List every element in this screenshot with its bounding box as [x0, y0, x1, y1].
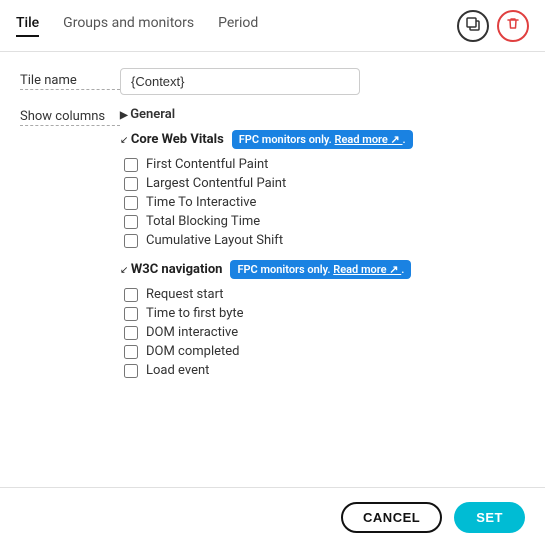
first-contentful-paint-label[interactable]: First Contentful Paint [146, 157, 268, 172]
show-columns-label: Show columns [20, 109, 120, 126]
tabs-container: Tile Groups and monitors Period [16, 15, 457, 37]
dom-completed-checkbox[interactable] [124, 345, 138, 359]
checkbox-cumulative-layout-shift: Cumulative Layout Shift [124, 231, 525, 250]
checkbox-time-to-interactive: Time To Interactive [124, 193, 525, 212]
cumulative-layout-shift-checkbox[interactable] [124, 234, 138, 248]
delete-button[interactable] [497, 10, 529, 42]
tab-bar: Tile Groups and monitors Period [0, 0, 545, 52]
w3c-navigation-section: W3C navigation FPC monitors only. Read m… [120, 260, 525, 380]
load-event-label[interactable]: Load event [146, 363, 209, 378]
w3c-badge-read-more-link[interactable]: Read more ↗ [333, 263, 401, 276]
checkbox-dom-completed: DOM completed [124, 342, 525, 361]
checkbox-time-to-first-byte: Time to first byte [124, 304, 525, 323]
total-blocking-time-checkbox[interactable] [124, 215, 138, 229]
tab-groups-monitors-label: Groups and monitors [63, 15, 194, 31]
total-blocking-time-label[interactable]: Total Blocking Time [146, 214, 260, 229]
first-contentful-paint-checkbox[interactable] [124, 158, 138, 172]
checkbox-total-blocking-time: Total Blocking Time [124, 212, 525, 231]
set-label: SET [476, 510, 503, 525]
tab-period[interactable]: Period [218, 15, 258, 37]
show-columns-row: Show columns General Core Web Vitals FPC… [20, 107, 525, 390]
cumulative-layout-shift-label[interactable]: Cumulative Layout Shift [146, 233, 283, 248]
checkbox-request-start: Request start [124, 285, 525, 304]
tab-tile-label: Tile [16, 15, 39, 31]
w3c-navigation-badge: FPC monitors only. Read more ↗ . [230, 260, 411, 279]
footer: CANCEL SET [0, 487, 545, 547]
checkbox-first-contentful-paint: First Contentful Paint [124, 155, 525, 174]
w3c-badge-text: FPC monitors only. [237, 263, 330, 276]
largest-contentful-paint-label[interactable]: Largest Contentful Paint [146, 176, 286, 191]
time-to-first-byte-label[interactable]: Time to first byte [146, 306, 244, 321]
tab-period-label: Period [218, 15, 258, 31]
tile-name-input[interactable] [120, 68, 360, 95]
columns-content: General Core Web Vitals FPC monitors onl… [120, 107, 525, 390]
dom-interactive-checkbox[interactable] [124, 326, 138, 340]
load-event-checkbox[interactable] [124, 364, 138, 378]
general-label: General [130, 107, 175, 122]
delete-icon [505, 16, 521, 35]
tab-actions [457, 10, 529, 42]
badge-read-more-link[interactable]: Read more ↗ [335, 133, 403, 146]
request-start-checkbox[interactable] [124, 288, 138, 302]
tab-groups-monitors[interactable]: Groups and monitors [63, 15, 194, 37]
request-start-label[interactable]: Request start [146, 287, 224, 302]
core-web-vitals-badge: FPC monitors only. Read more ↗ . [232, 130, 413, 149]
checkbox-largest-contentful-paint: Largest Contentful Paint [124, 174, 525, 193]
checkbox-load-event: Load event [124, 361, 525, 380]
tile-name-label: Tile name [20, 73, 120, 90]
tile-name-row: Tile name [20, 68, 525, 95]
general-section-header[interactable]: General [120, 107, 525, 122]
core-web-vitals-section: Core Web Vitals FPC monitors only. Read … [120, 130, 525, 250]
time-to-interactive-checkbox[interactable] [124, 196, 138, 210]
w3c-navigation-title: W3C navigation [120, 262, 222, 277]
copy-icon [465, 16, 481, 35]
cancel-label: CANCEL [363, 510, 420, 525]
core-web-vitals-header: Core Web Vitals FPC monitors only. Read … [120, 130, 525, 149]
set-button[interactable]: SET [454, 502, 525, 533]
badge-text: FPC monitors only. [239, 133, 332, 146]
largest-contentful-paint-checkbox[interactable] [124, 177, 138, 191]
time-to-interactive-label[interactable]: Time To Interactive [146, 195, 256, 210]
tab-tile[interactable]: Tile [16, 15, 39, 37]
dom-interactive-label[interactable]: DOM interactive [146, 325, 238, 340]
w3c-navigation-header: W3C navigation FPC monitors only. Read m… [120, 260, 525, 279]
main-content: Tile name Show columns General Core Web … [0, 52, 545, 487]
core-web-vitals-title: Core Web Vitals [120, 132, 224, 147]
copy-button[interactable] [457, 10, 489, 42]
dom-completed-label[interactable]: DOM completed [146, 344, 240, 359]
time-to-first-byte-checkbox[interactable] [124, 307, 138, 321]
cancel-button[interactable]: CANCEL [341, 502, 442, 533]
checkbox-dom-interactive: DOM interactive [124, 323, 525, 342]
